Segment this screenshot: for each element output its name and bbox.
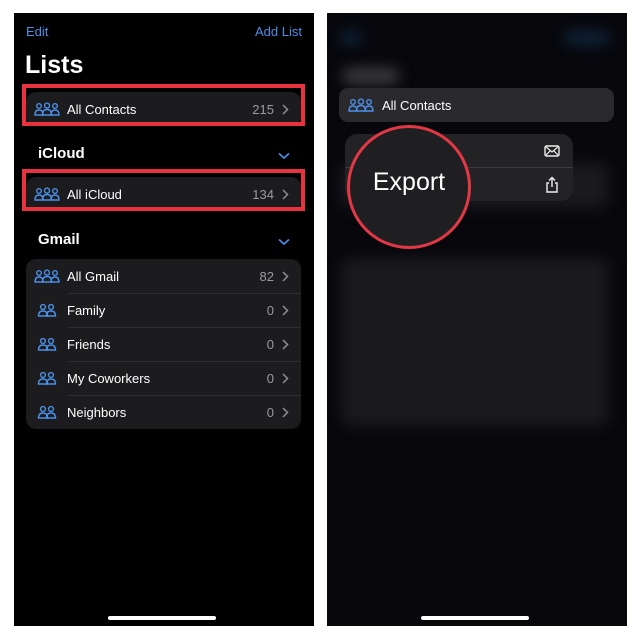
section-header-icloud: iCloud xyxy=(38,145,85,162)
list-item-label: Family xyxy=(67,302,106,318)
chevron-right-icon xyxy=(282,305,289,316)
highlight-box-all-contacts xyxy=(22,84,305,126)
blurred-edit-button xyxy=(341,31,361,45)
two-people-icon xyxy=(34,405,60,419)
list-item-count: 0 xyxy=(266,336,274,352)
context-menu-screen: All Contacts Export xyxy=(327,13,627,626)
list-item-friends[interactable]: Friends 0 xyxy=(26,327,301,361)
selected-list-item-all-contacts[interactable]: All Contacts xyxy=(339,88,614,122)
edit-button[interactable]: Edit xyxy=(26,24,48,39)
blurred-add-list-button xyxy=(565,31,609,45)
two-people-icon xyxy=(34,337,60,351)
list-item-neighbors[interactable]: Neighbors 0 xyxy=(26,395,301,429)
gmail-group: All Gmail 82 Family 0 Friends 0 My Cowor… xyxy=(26,259,301,429)
home-indicator[interactable] xyxy=(108,616,216,620)
chevron-right-icon xyxy=(282,271,289,282)
list-item-count: 0 xyxy=(266,370,274,386)
list-item-my-coworkers[interactable]: My Coworkers 0 xyxy=(26,361,301,395)
three-people-icon xyxy=(34,269,60,283)
blurred-title xyxy=(343,68,399,84)
list-item-label: My Coworkers xyxy=(67,370,151,386)
list-item-label: Neighbors xyxy=(67,404,127,420)
chevron-down-icon[interactable] xyxy=(278,152,290,160)
chevron-down-icon[interactable] xyxy=(278,238,290,246)
chevron-right-icon xyxy=(282,373,289,384)
list-item-count: 0 xyxy=(266,404,274,420)
chevron-right-icon xyxy=(282,407,289,418)
lists-screen: Edit Add List Lists All Contacts 215 iCl… xyxy=(14,13,314,626)
list-item-label: All Contacts xyxy=(382,97,452,113)
highlight-box-all-icloud xyxy=(22,169,305,211)
blurred-list-group xyxy=(341,258,609,426)
home-indicator[interactable] xyxy=(421,616,529,620)
chevron-right-icon xyxy=(282,339,289,350)
magnified-export-label: Export xyxy=(372,167,446,196)
magnifier-callout: Export xyxy=(347,125,471,249)
three-people-icon xyxy=(348,98,374,112)
list-item-label: All Gmail xyxy=(67,268,120,284)
two-people-icon xyxy=(34,303,60,317)
list-item-count: 0 xyxy=(266,302,274,318)
section-header-gmail: Gmail xyxy=(38,231,80,248)
mail-icon xyxy=(544,144,560,157)
list-item-count: 82 xyxy=(259,268,274,284)
list-item-all-gmail[interactable]: All Gmail 82 xyxy=(26,259,301,293)
share-icon xyxy=(546,176,558,193)
two-people-icon xyxy=(34,371,60,385)
page-title: Lists xyxy=(25,51,84,79)
list-item-family[interactable]: Family 0 xyxy=(26,293,301,327)
list-item-label: Friends xyxy=(67,336,111,352)
add-list-button[interactable]: Add List xyxy=(255,24,302,39)
